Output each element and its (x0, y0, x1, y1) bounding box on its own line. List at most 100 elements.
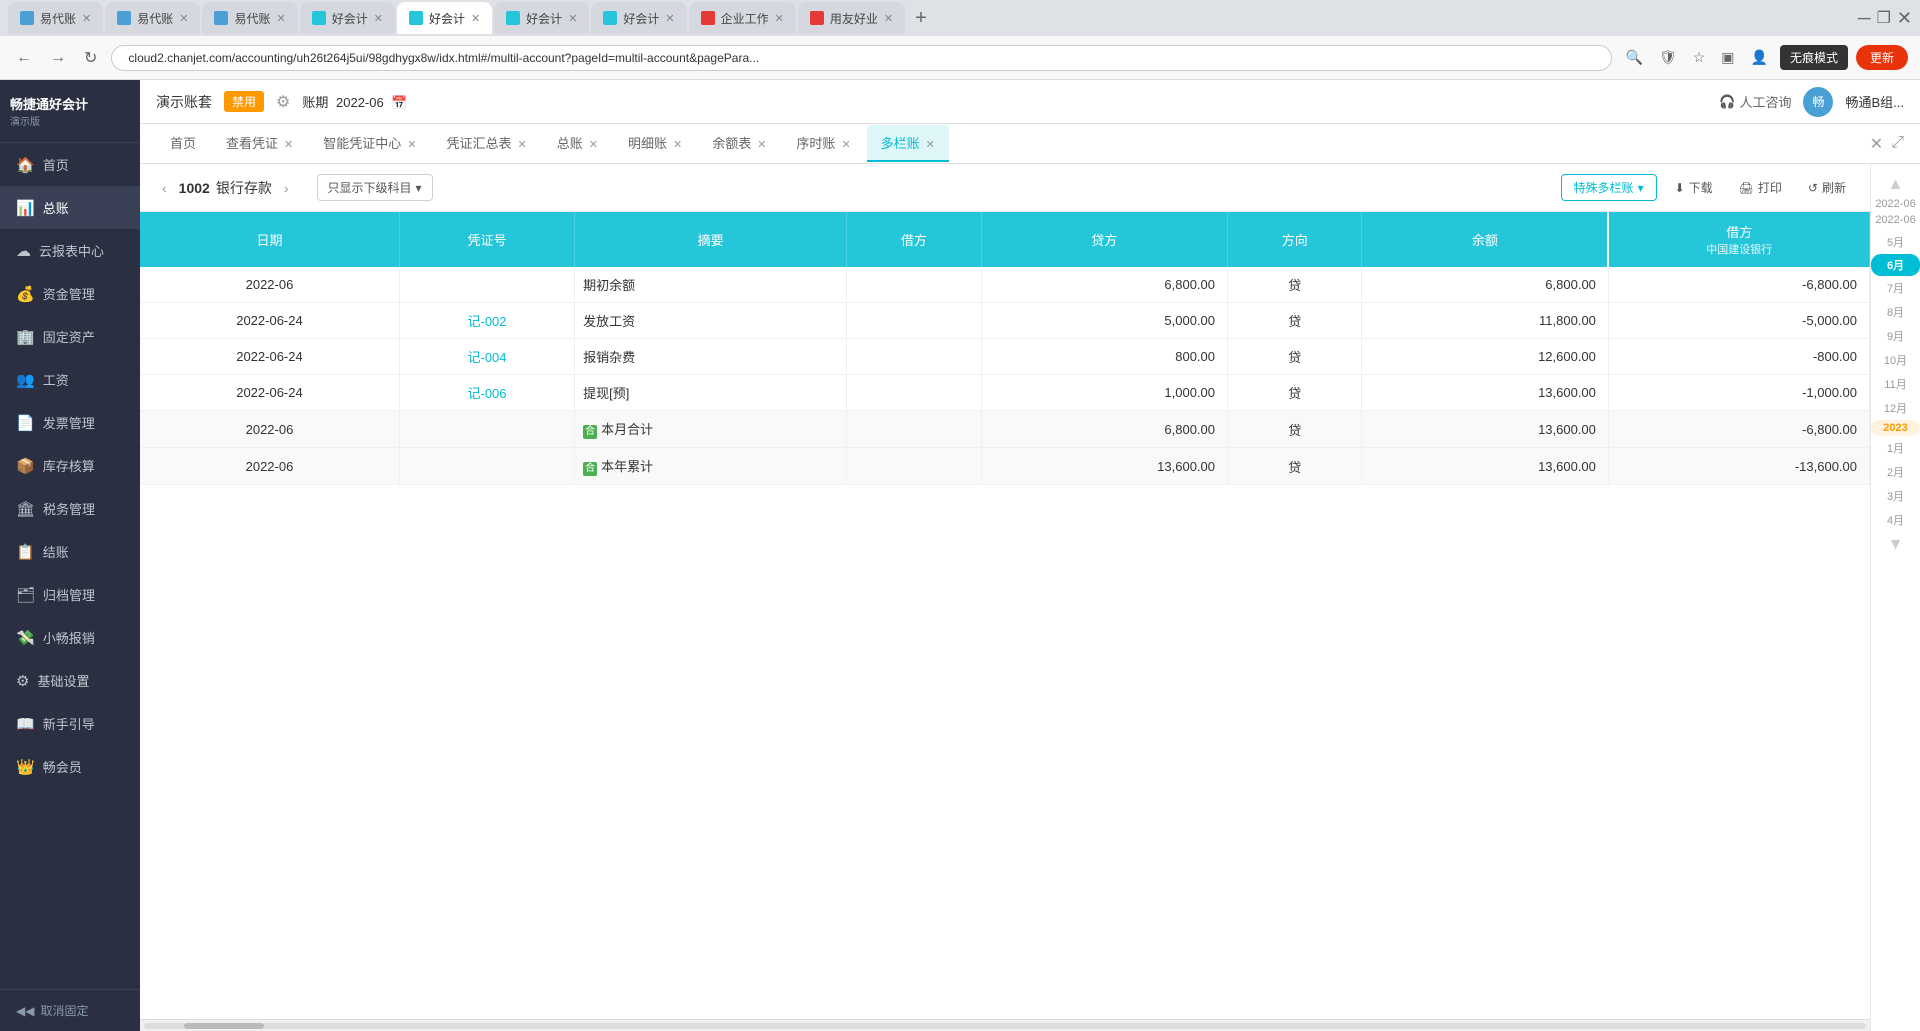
sidebar-item-小畅报销[interactable]: 💸小畅报销 (0, 616, 140, 659)
page-tab-序时账[interactable]: 序时账✕ (782, 125, 864, 162)
page-tab-凭证汇总表[interactable]: 凭证汇总表✕ (432, 125, 540, 162)
sidebar-item-云报表中心[interactable]: ☁云报表中心 (0, 229, 140, 272)
timeline-month-7月[interactable]: 7月 (1871, 276, 1920, 300)
demo-badge[interactable]: 禁用 (224, 91, 264, 112)
table-cell[interactable]: 记-002 (399, 303, 574, 339)
sidebar-item-首页[interactable]: 🏠首页 (0, 143, 140, 186)
sidebar-item-归档管理[interactable]: 🗂归档管理 (0, 573, 140, 616)
account-selector[interactable]: 1002 银行存款 (179, 178, 272, 198)
page-tab-智能凭证中心[interactable]: 智能凭证中心✕ (309, 125, 430, 162)
page-tab-余额表[interactable]: 余额表✕ (698, 125, 780, 162)
forward-button[interactable]: → (46, 45, 70, 71)
multi-col-button[interactable]: 特殊多栏账 ▾ (1561, 174, 1657, 201)
page-tab-明细账[interactable]: 明细账✕ (614, 125, 696, 162)
close-icon[interactable]: ✕ (1897, 8, 1912, 29)
next-account-button[interactable]: › (278, 178, 295, 198)
back-button[interactable]: ← (12, 45, 36, 71)
page-tab-首页[interactable]: 首页 (156, 125, 210, 162)
timeline-month-9月[interactable]: 9月 (1871, 324, 1920, 348)
browser-tab[interactable]: 易代账✕ (202, 2, 297, 34)
page-tab-close-icon[interactable]: ✕ (841, 139, 850, 151)
page-tab-close-icon[interactable]: ✕ (757, 139, 766, 151)
tab-close-icon[interactable]: ✕ (568, 12, 577, 25)
timeline-month-6月[interactable]: 6月 (1871, 254, 1920, 276)
browser-tab[interactable]: 好会计✕ (300, 2, 395, 34)
table-cell[interactable]: 记-006 (399, 375, 574, 411)
page-tab-close-icon[interactable]: ✕ (589, 139, 598, 151)
page-tab-查看凭证[interactable]: 查看凭证✕ (212, 125, 307, 162)
browser-tab[interactable]: 好会计✕ (397, 2, 492, 34)
sidebar-item-发票管理[interactable]: 📄发票管理 (0, 401, 140, 444)
sidebar-item-新手引导[interactable]: 📖新手引导 (0, 702, 140, 745)
browser-tab[interactable]: 易代账✕ (8, 2, 103, 34)
url-input[interactable]: cloud2.chanjet.com/accounting/uh26t264j5… (111, 45, 1611, 71)
timeline-month-10月[interactable]: 10月 (1871, 348, 1920, 372)
filter-dropdown[interactable]: 只显示下级科目 ▾ (317, 174, 433, 201)
prev-account-button[interactable]: ‹ (156, 178, 173, 198)
shield-icon[interactable]: 🛡 (1655, 45, 1681, 70)
tab-close-icon[interactable]: ✕ (179, 12, 188, 25)
timeline-month-8月[interactable]: 8月 (1871, 300, 1920, 324)
tab-close-icon[interactable]: ✕ (471, 12, 480, 25)
sidebar-item-资金管理[interactable]: 💰资金管理 (0, 272, 140, 315)
sidebar-item-库存核算[interactable]: 📦库存核算 (0, 444, 140, 487)
new-tab-button[interactable]: + (907, 7, 935, 30)
browser-tab[interactable]: 好会计✕ (494, 2, 589, 34)
page-tab-总账[interactable]: 总账✕ (543, 125, 612, 162)
tab-close-icon[interactable]: ✕ (374, 12, 383, 25)
timeline-month-3月[interactable]: 3月 (1871, 484, 1920, 508)
timeline-month-5月[interactable]: 5月 (1871, 230, 1920, 254)
restore-icon[interactable]: ❐ (1877, 8, 1891, 28)
page-tab-close-icon[interactable]: ✕ (926, 139, 935, 151)
timeline-month-11月[interactable]: 11月 (1871, 372, 1920, 396)
star-icon[interactable]: ☆ (1689, 45, 1710, 70)
print-button[interactable]: 🖨 打印 (1731, 175, 1790, 200)
incognito-mode-button[interactable]: 无痕模式 (1780, 45, 1848, 70)
search-icon[interactable]: 🔍 (1622, 45, 1647, 70)
page-tab-多栏账[interactable]: 多栏账✕ (867, 125, 949, 162)
sidebar-icon[interactable]: ▣ (1717, 45, 1738, 70)
tab-close-icon[interactable]: ✕ (276, 12, 285, 25)
tab-close-icon[interactable]: ✕ (884, 12, 893, 25)
update-button[interactable]: 更新 (1856, 45, 1908, 70)
browser-tab[interactable]: 用友好业✕ (798, 2, 905, 34)
minimize-icon[interactable]: ─ (1858, 8, 1871, 29)
page-tab-close-icon[interactable]: ✕ (673, 139, 682, 151)
settings-icon[interactable]: ⚙ (276, 92, 290, 112)
browser-tab[interactable]: 易代账✕ (105, 2, 200, 34)
timeline-scroll-up[interactable]: ▲ (1884, 172, 1908, 198)
horizontal-scrollbar[interactable] (140, 1019, 1870, 1031)
table-cell[interactable]: 记-004 (399, 339, 574, 375)
close-panel-icon[interactable]: ✕ (1870, 134, 1883, 154)
timeline-month-4月[interactable]: 4月 (1871, 508, 1920, 532)
refresh-button[interactable]: ↻ (80, 44, 101, 72)
refresh-button[interactable]: ↺ 刷新 (1800, 175, 1854, 200)
page-tab-close-icon[interactable]: ✕ (284, 139, 293, 151)
browser-tab[interactable]: 好会计✕ (591, 2, 686, 34)
page-tab-close-icon[interactable]: ✕ (407, 139, 416, 151)
timeline-scroll-down[interactable]: ▼ (1884, 532, 1908, 558)
tab-close-icon[interactable]: ✕ (775, 12, 784, 25)
user-profile-icon[interactable]: 👤 (1747, 45, 1772, 70)
tab-close-icon[interactable]: ✕ (82, 12, 91, 25)
sidebar-item-基础设置[interactable]: ⚙基础设置 (0, 659, 140, 702)
tab-close-icon[interactable]: ✕ (665, 12, 674, 25)
page-tab-close-icon[interactable]: ✕ (518, 139, 527, 151)
pin-toggle[interactable]: ◀◀ 取消固定 (0, 989, 140, 1031)
download-button[interactable]: ⬇ 下载 (1667, 175, 1721, 200)
sidebar-item-税务管理[interactable]: 🏛税务管理 (0, 487, 140, 530)
browser-tab[interactable]: 企业工作✕ (689, 2, 796, 34)
sidebar-item-总账[interactable]: 📊总账 (0, 186, 140, 229)
sidebar-item-固定资产[interactable]: 🏢固定资产 (0, 315, 140, 358)
expand-icon[interactable]: ⤢ (1891, 134, 1904, 154)
timeline-month-2023[interactable]: 2023 (1871, 420, 1920, 436)
sidebar-item-结账[interactable]: 📋结账 (0, 530, 140, 573)
customer-service-button[interactable]: 🎧 人工咨询 (1719, 92, 1791, 111)
timeline-month-2月[interactable]: 2月 (1871, 460, 1920, 484)
timeline-month-12月[interactable]: 12月 (1871, 396, 1920, 420)
calendar-icon[interactable]: 📅 (391, 95, 407, 110)
sidebar-item-畅会员[interactable]: 👑畅会员 (0, 745, 140, 788)
sidebar-item-工资[interactable]: 👥工资 (0, 358, 140, 401)
timeline-month-1月[interactable]: 1月 (1871, 436, 1920, 460)
scrollbar-thumb[interactable] (184, 1023, 264, 1029)
